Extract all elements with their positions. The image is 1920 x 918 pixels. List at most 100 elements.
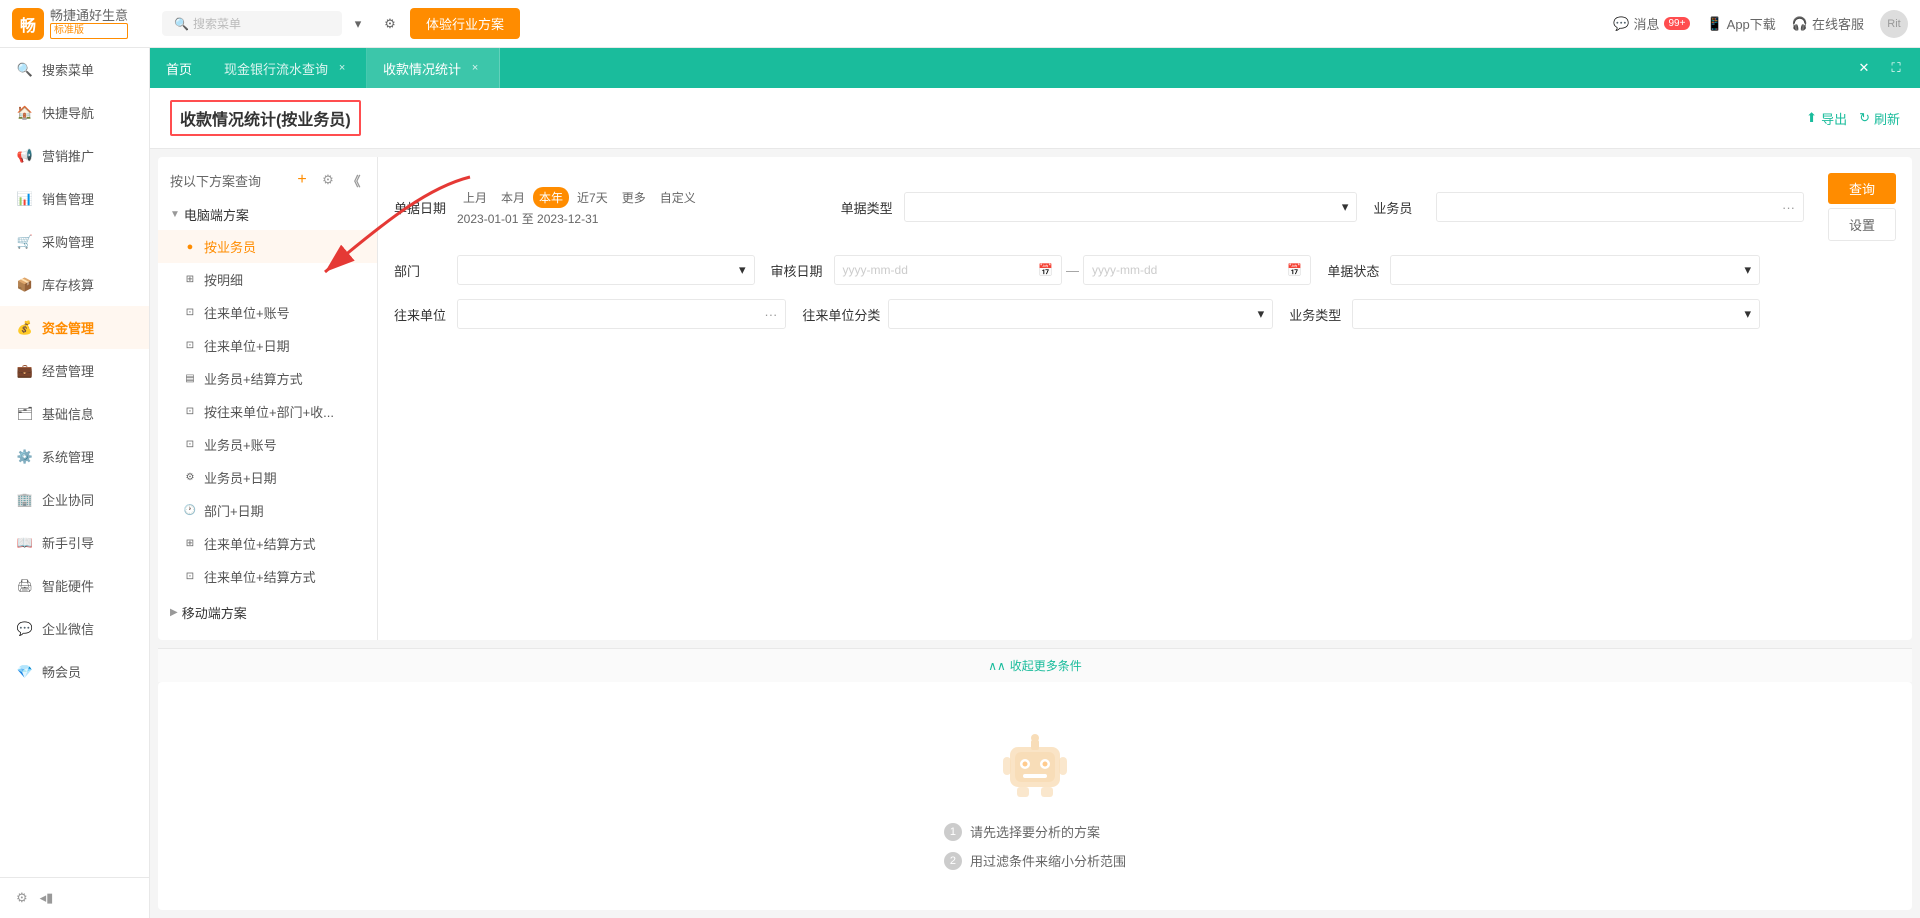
doctype-input[interactable]: ▾	[904, 192, 1358, 222]
scheme-item-dept-date[interactable]: 🕐 部门+日期	[158, 494, 377, 527]
tab-collection-close[interactable]: ×	[467, 60, 483, 76]
trial-button[interactable]: 体验行业方案	[410, 8, 520, 39]
partner-more-icon: ···	[764, 307, 777, 322]
sidebar-item-sales[interactable]: 📊 销售管理	[0, 177, 149, 220]
scheme-group-desktop[interactable]: ▼ 电脑端方案	[158, 199, 377, 230]
sidebar-item-label: 智能硬件	[42, 576, 94, 595]
sidebar-item-inventory[interactable]: 📦 库存核算	[0, 263, 149, 306]
app-download-btn[interactable]: 📱 App下载	[1706, 14, 1775, 33]
calendar-end-icon: 📅	[1287, 263, 1302, 277]
collapse-bar[interactable]: ∧∧ 收起更多条件	[158, 648, 1912, 682]
scheme-item-label: 按明细	[204, 270, 243, 289]
sidebar: 🔍 搜索菜单 🏠 快捷导航 📢 营销推广 📊 销售管理 🛒 采购管理 📦 库存核…	[0, 48, 150, 918]
sidebar-item-hardware[interactable]: 🖨 智能硬件	[0, 564, 149, 607]
salesperson-input[interactable]: ···	[1436, 192, 1804, 222]
tab-collection[interactable]: 收款情况统计 ×	[367, 48, 500, 88]
tab-bank[interactable]: 现金银行流水查询 ×	[208, 48, 367, 88]
dept-input[interactable]: ▾	[457, 255, 755, 285]
header-search-box[interactable]: 🔍 搜索菜单	[162, 11, 342, 36]
empty-robot-icon	[995, 722, 1075, 802]
chart-icon: 📊	[16, 190, 34, 208]
tab-collection-label: 收款情况统计	[383, 59, 461, 78]
biz-type-input[interactable]: ▾	[1352, 299, 1760, 329]
scheme-item-salesperson-account[interactable]: ⊡ 业务员+账号	[158, 428, 377, 461]
cart-icon: 🛒	[16, 233, 34, 251]
sidebar-item-basic[interactable]: 🗂 基础信息	[0, 392, 149, 435]
partner-input[interactable]: ···	[457, 299, 786, 329]
nav-dropdown-btn[interactable]: ▾	[346, 12, 370, 36]
search-icon: 🔍	[174, 17, 189, 31]
sidebar-item-label: 快捷导航	[42, 103, 94, 122]
date-tab-more[interactable]: 更多	[616, 187, 652, 208]
query-button[interactable]: 查询	[1828, 173, 1896, 204]
diamond-icon: 💎	[16, 663, 34, 681]
download-icon: 📱	[1706, 16, 1722, 32]
export-btn[interactable]: ⬆ 导出	[1806, 109, 1847, 128]
date-tab-this-month[interactable]: 本月	[495, 187, 531, 208]
scheme-item-partner-payment2[interactable]: ⊡ 往来单位+结算方式	[158, 560, 377, 593]
review-date-end[interactable]: yyyy-mm-dd 📅	[1083, 255, 1311, 285]
scheme-collapse-btn[interactable]: 《	[343, 169, 365, 191]
sidebar-item-purchase[interactable]: 🛒 采购管理	[0, 220, 149, 263]
tab-home[interactable]: 首页	[150, 48, 208, 88]
message-btn[interactable]: 💬 消息 99+	[1613, 14, 1690, 33]
sidebar-item-enterprise[interactable]: 🏢 企业协同	[0, 478, 149, 521]
scheme-item-partner-account[interactable]: ⊡ 往来单位+账号	[158, 296, 377, 329]
scheme-add-btn[interactable]: +	[291, 169, 313, 191]
scheme-item-partner-dept[interactable]: ⊡ 按往来单位+部门+收...	[158, 395, 377, 428]
scheme-group-mobile[interactable]: ▶ 移动端方案	[158, 597, 377, 628]
user-avatar[interactable]: Rit	[1880, 10, 1908, 38]
scheme-item-partner-date[interactable]: ⊡ 往来单位+日期	[158, 329, 377, 362]
sidebar-item-marketing[interactable]: 📢 营销推广	[0, 134, 149, 177]
refresh-btn[interactable]: ↻ 刷新	[1859, 109, 1900, 128]
sidebar-item-quicknav[interactable]: 🏠 快捷导航	[0, 91, 149, 134]
date-tab-this-year[interactable]: 本年	[533, 187, 569, 208]
sidebar-item-search[interactable]: 🔍 搜索菜单	[0, 48, 149, 91]
scheme-settings-btn[interactable]: ⚙	[317, 169, 339, 191]
review-date-range: yyyy-mm-dd 📅 — yyyy-mm-dd 📅	[834, 255, 1312, 285]
date-tab-7days[interactable]: 近7天	[571, 187, 614, 208]
tab-maximize-btn[interactable]: ⛶	[1884, 56, 1908, 80]
sidebar-item-operations[interactable]: 💼 经营管理	[0, 349, 149, 392]
date-tab-last-month[interactable]: 上月	[457, 187, 493, 208]
tab-bank-close[interactable]: ×	[334, 60, 350, 76]
partner-category-input[interactable]: ▾	[888, 299, 1273, 329]
sidebar-item-wechat[interactable]: 💬 企业微信	[0, 607, 149, 650]
doctype-dropdown-icon: ▾	[1342, 199, 1349, 215]
settings-button[interactable]: 设置	[1828, 208, 1896, 241]
sidebar-item-guide[interactable]: 📖 新手引导	[0, 521, 149, 564]
sidebar-item-funds[interactable]: 💰 资金管理	[0, 306, 149, 349]
action-btns: 查询 设置	[1828, 173, 1896, 241]
scheme-item-by-detail[interactable]: ⊞ 按明细	[158, 263, 377, 296]
scheme-item-salesperson-payment[interactable]: ▤ 业务员+结算方式	[158, 362, 377, 395]
sidebar-settings-btn[interactable]: ⚙	[16, 890, 28, 906]
sidebar-item-vip[interactable]: 💎 畅会员	[0, 650, 149, 693]
filter-field-date: 单据日期 上月 本月 本年 近7天 更多 自定义	[394, 187, 825, 227]
settings-circle-icon: ⚙️	[16, 448, 34, 466]
filter-field-review-date: 审核日期 yyyy-mm-dd 📅 — yyyy-mm-dd	[771, 255, 1312, 285]
scheme-item-label: 往来单位+结算方式	[204, 534, 316, 553]
review-date-start[interactable]: yyyy-mm-dd 📅	[834, 255, 1062, 285]
calendar-start-icon: 📅	[1038, 263, 1053, 277]
sidebar-bottom: ⚙ ◂▮	[0, 877, 149, 918]
scheme-item-partner-payment1[interactable]: ⊞ 往来单位+结算方式	[158, 527, 377, 560]
partner-category-dropdown-icon: ▾	[1258, 306, 1265, 322]
header-settings-btn[interactable]: ⚙	[374, 8, 406, 40]
scheme-item-salesperson-date[interactable]: ⚙ 业务员+日期	[158, 461, 377, 494]
salesperson-more-icon: ···	[1782, 200, 1795, 215]
scheme-header: 按以下方案查询 + ⚙ 《	[158, 169, 377, 199]
filter-field-doc-status: 单据状态 ▾	[1327, 255, 1760, 285]
sidebar-collapse-btn[interactable]: ◂▮	[40, 890, 54, 906]
service-icon: 🎧	[1792, 16, 1808, 32]
megaphone-icon: 📢	[16, 147, 34, 165]
review-date-start-text: yyyy-mm-dd	[843, 263, 908, 277]
filter-panel: 按以下方案查询 + ⚙ 《 ▼ 电脑端方案	[158, 157, 1912, 640]
date-tab-custom[interactable]: 自定义	[654, 187, 702, 208]
doc-status-input[interactable]: ▾	[1390, 255, 1760, 285]
scheme-item-by-salesperson[interactable]: ● 按业务员	[158, 230, 377, 263]
online-service-btn[interactable]: 🎧 在线客服	[1792, 14, 1864, 33]
tab-close-all-btn[interactable]: ✕	[1852, 56, 1876, 80]
briefcase-icon: 💼	[16, 362, 34, 380]
date-label: 单据日期	[394, 198, 449, 217]
sidebar-item-system[interactable]: ⚙️ 系统管理	[0, 435, 149, 478]
